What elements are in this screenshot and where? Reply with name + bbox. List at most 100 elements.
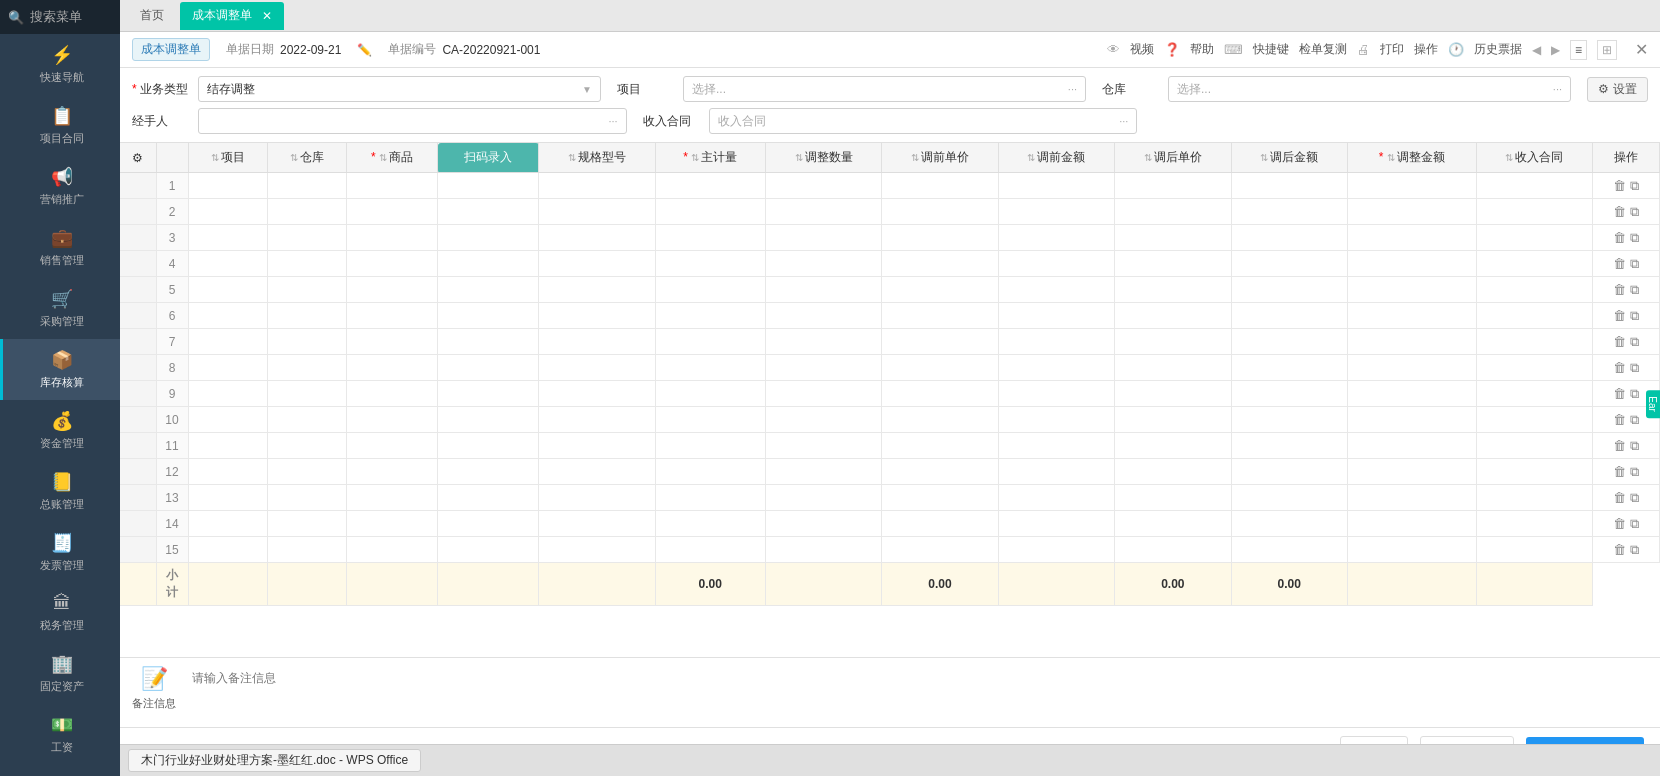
- row-after-amount-12[interactable]: [1231, 459, 1347, 485]
- row-unit-6[interactable]: [655, 303, 765, 329]
- row-prev-amount-7[interactable]: [998, 329, 1114, 355]
- row-delete-icon-5[interactable]: 🗑: [1613, 282, 1626, 297]
- row-warehouse-5[interactable]: [267, 277, 346, 303]
- row-product-11[interactable]: [346, 433, 438, 459]
- row-delete-icon-11[interactable]: 🗑: [1613, 438, 1626, 453]
- taskbar-item[interactable]: 木门行业好业财处理方案-墨红红.doc - WPS Office: [128, 749, 421, 772]
- row-prev-amount-3[interactable]: [998, 225, 1114, 251]
- row-unit-14[interactable]: [655, 511, 765, 537]
- row-project-7[interactable]: [188, 329, 267, 355]
- row-warehouse-6[interactable]: [267, 303, 346, 329]
- row-spec-9[interactable]: [539, 381, 655, 407]
- row-income-contract-12[interactable]: [1476, 459, 1592, 485]
- row-copy-icon-9[interactable]: ⧉: [1630, 386, 1639, 402]
- row-prev-price-10[interactable]: [882, 407, 998, 433]
- row-after-amount-10[interactable]: [1231, 407, 1347, 433]
- row-prev-price-9[interactable]: [882, 381, 998, 407]
- row-income-contract-15[interactable]: [1476, 537, 1592, 563]
- row-after-amount-8[interactable]: [1231, 355, 1347, 381]
- row-adjust-amount-7[interactable]: [1347, 329, 1476, 355]
- row-scan-15[interactable]: [438, 537, 539, 563]
- row-delete-icon-14[interactable]: 🗑: [1613, 516, 1626, 531]
- row-adjust-qty-9[interactable]: [765, 381, 881, 407]
- sidebar-item-payroll[interactable]: 💵工资: [0, 704, 120, 765]
- row-warehouse-9[interactable]: [267, 381, 346, 407]
- row-adjust-qty-6[interactable]: [765, 303, 881, 329]
- row-prev-price-13[interactable]: [882, 485, 998, 511]
- row-warehouse-12[interactable]: [267, 459, 346, 485]
- row-copy-icon-6[interactable]: ⧉: [1630, 308, 1639, 324]
- row-income-contract-13[interactable]: [1476, 485, 1592, 511]
- row-project-5[interactable]: [188, 277, 267, 303]
- row-scan-7[interactable]: [438, 329, 539, 355]
- row-after-price-10[interactable]: [1115, 407, 1231, 433]
- row-prev-amount-10[interactable]: [998, 407, 1114, 433]
- row-prev-price-5[interactable]: [882, 277, 998, 303]
- row-prev-amount-11[interactable]: [998, 433, 1114, 459]
- row-delete-icon-10[interactable]: 🗑: [1613, 412, 1626, 427]
- row-income-contract-5[interactable]: [1476, 277, 1592, 303]
- sidebar-item-project-contract[interactable]: 📋项目合同: [0, 95, 120, 156]
- row-unit-1[interactable]: [655, 173, 765, 199]
- row-adjust-amount-12[interactable]: [1347, 459, 1476, 485]
- row-delete-icon-7[interactable]: 🗑: [1613, 334, 1626, 349]
- row-after-amount-6[interactable]: [1231, 303, 1347, 329]
- th-scan[interactable]: 扫码录入: [438, 143, 539, 173]
- row-after-price-9[interactable]: [1115, 381, 1231, 407]
- row-adjust-amount-1[interactable]: [1347, 173, 1476, 199]
- sidebar-item-sales[interactable]: 💼销售管理: [0, 217, 120, 278]
- row-product-6[interactable]: [346, 303, 438, 329]
- row-after-price-15[interactable]: [1115, 537, 1231, 563]
- row-scan-11[interactable]: [438, 433, 539, 459]
- row-adjust-amount-14[interactable]: [1347, 511, 1476, 537]
- row-scan-8[interactable]: [438, 355, 539, 381]
- row-income-contract-6[interactable]: [1476, 303, 1592, 329]
- row-prev-amount-13[interactable]: [998, 485, 1114, 511]
- row-prev-amount-2[interactable]: [998, 199, 1114, 225]
- row-spec-11[interactable]: [539, 433, 655, 459]
- row-project-14[interactable]: [188, 511, 267, 537]
- row-copy-icon-13[interactable]: ⧉: [1630, 490, 1639, 506]
- review-btn[interactable]: 检单复测: [1299, 41, 1347, 58]
- row-adjust-amount-3[interactable]: [1347, 225, 1476, 251]
- row-product-2[interactable]: [346, 199, 438, 225]
- row-project-9[interactable]: [188, 381, 267, 407]
- right-handle[interactable]: Ear: [1646, 390, 1660, 418]
- row-project-6[interactable]: [188, 303, 267, 329]
- row-prev-amount-4[interactable]: [998, 251, 1114, 277]
- row-prev-amount-14[interactable]: [998, 511, 1114, 537]
- row-income-contract-14[interactable]: [1476, 511, 1592, 537]
- sidebar-item-quick-nav[interactable]: ⚡快速导航: [0, 34, 120, 95]
- row-unit-2[interactable]: [655, 199, 765, 225]
- row-project-15[interactable]: [188, 537, 267, 563]
- row-adjust-qty-1[interactable]: [765, 173, 881, 199]
- nav-next-icon[interactable]: ▶: [1551, 43, 1560, 57]
- row-scan-2[interactable]: [438, 199, 539, 225]
- row-warehouse-8[interactable]: [267, 355, 346, 381]
- row-after-amount-1[interactable]: [1231, 173, 1347, 199]
- row-prev-price-14[interactable]: [882, 511, 998, 537]
- warehouse-input[interactable]: 选择... ···: [1168, 76, 1571, 102]
- row-income-contract-2[interactable]: [1476, 199, 1592, 225]
- help-btn[interactable]: 帮助: [1190, 41, 1214, 58]
- row-after-amount-5[interactable]: [1231, 277, 1347, 303]
- row-income-contract-1[interactable]: [1476, 173, 1592, 199]
- row-after-amount-11[interactable]: [1231, 433, 1347, 459]
- row-copy-icon-1[interactable]: ⧉: [1630, 178, 1639, 194]
- row-delete-icon-9[interactable]: 🗑: [1613, 386, 1626, 401]
- row-scan-1[interactable]: [438, 173, 539, 199]
- row-spec-6[interactable]: [539, 303, 655, 329]
- row-after-price-12[interactable]: [1115, 459, 1231, 485]
- row-copy-icon-4[interactable]: ⧉: [1630, 256, 1639, 272]
- row-copy-icon-8[interactable]: ⧉: [1630, 360, 1639, 376]
- sidebar-search[interactable]: 🔍 搜索菜单: [0, 0, 120, 34]
- sidebar-item-inventory[interactable]: 📦库存核算: [0, 339, 120, 400]
- row-income-contract-8[interactable]: [1476, 355, 1592, 381]
- row-adjust-qty-14[interactable]: [765, 511, 881, 537]
- row-unit-3[interactable]: [655, 225, 765, 251]
- sidebar-item-marketing[interactable]: 📢营销推广: [0, 156, 120, 217]
- row-product-4[interactable]: [346, 251, 438, 277]
- row-copy-icon-2[interactable]: ⧉: [1630, 204, 1639, 220]
- row-adjust-amount-10[interactable]: [1347, 407, 1476, 433]
- row-adjust-amount-2[interactable]: [1347, 199, 1476, 225]
